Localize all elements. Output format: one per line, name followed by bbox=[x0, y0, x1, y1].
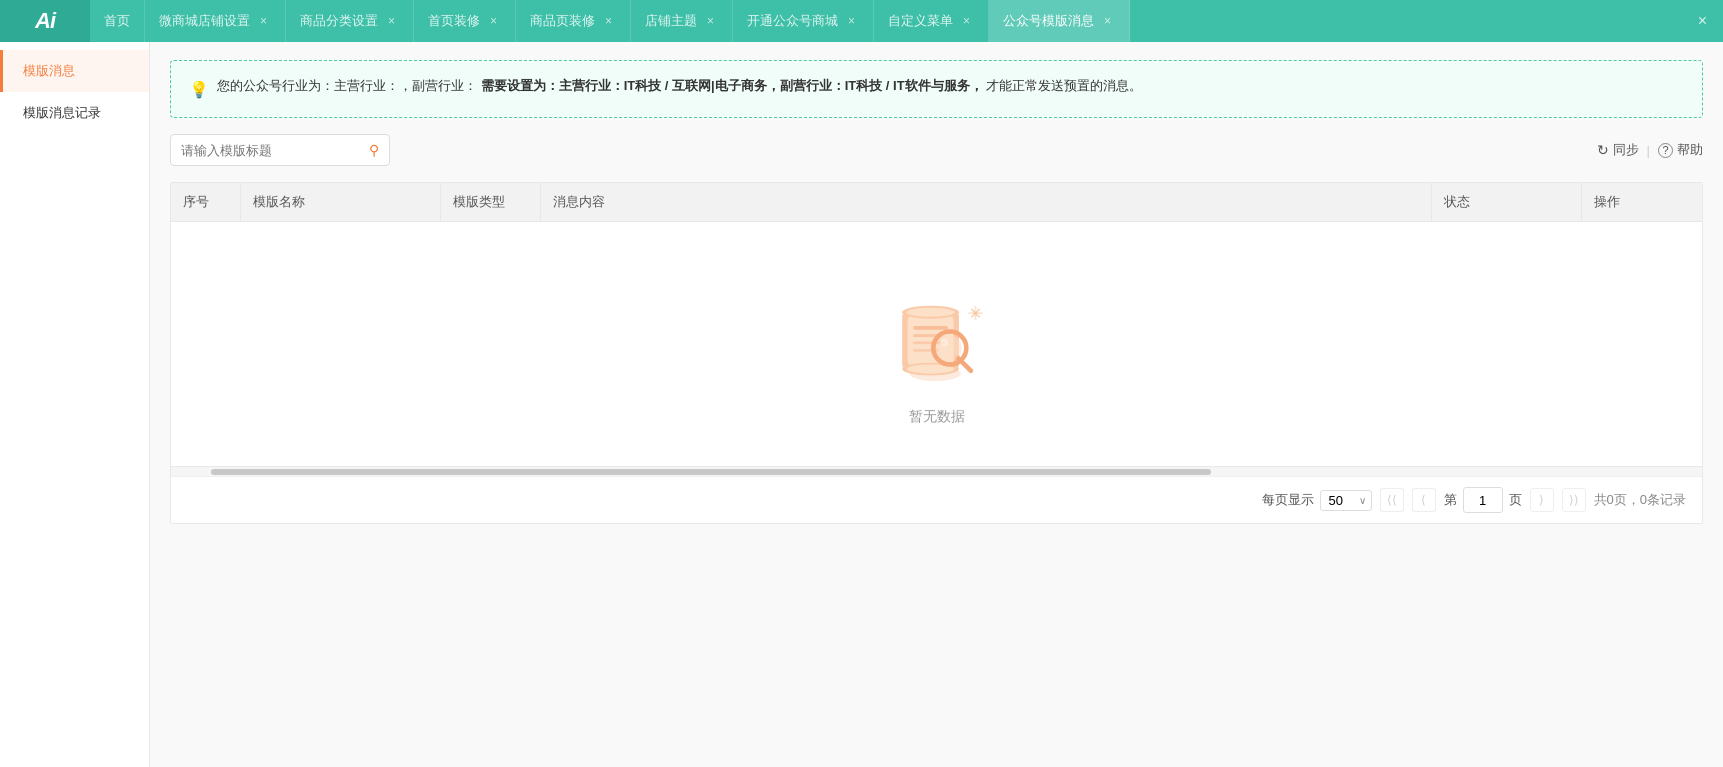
nav-tab-close[interactable]: × bbox=[601, 12, 616, 30]
main-layout: 模版消息模版消息记录 💡 您的公众号行业为：主营行业：，副营行业： 需要设置为：… bbox=[0, 42, 1723, 767]
scroll-thumb[interactable] bbox=[211, 469, 1211, 475]
search-input[interactable] bbox=[181, 143, 369, 158]
nav-tab-home[interactable]: 首页 bbox=[90, 0, 145, 42]
empty-state: 暂无数据 bbox=[171, 222, 1702, 466]
nav-tab-category-settings[interactable]: 商品分类设置 × bbox=[286, 0, 414, 42]
per-page-label: 每页显示 bbox=[1262, 491, 1314, 509]
sync-button[interactable]: ↻ 同步 bbox=[1597, 141, 1639, 159]
th-action: 操作 bbox=[1582, 183, 1702, 221]
search-icon[interactable]: ⚲ bbox=[369, 142, 379, 158]
nav-tab-shop-theme[interactable]: 店铺主题 × bbox=[631, 0, 733, 42]
svg-point-13 bbox=[937, 336, 961, 360]
search-actions: ↻ 同步 | ? 帮助 bbox=[1597, 141, 1703, 159]
nav-tab-homepage-decor[interactable]: 首页装修 × bbox=[414, 0, 516, 42]
prev-page-button[interactable]: ⟨ bbox=[1412, 488, 1436, 512]
nav-tab-label: 商品分类设置 bbox=[300, 12, 378, 30]
th-serial: 序号 bbox=[171, 183, 241, 221]
page-input-wrap: 第 页 bbox=[1444, 487, 1522, 513]
sidebar-item-template-msg[interactable]: 模版消息 bbox=[0, 50, 149, 92]
page-size-select-wrap[interactable]: 50 20 100 bbox=[1320, 490, 1372, 511]
nav-tab-label: 首页装修 bbox=[428, 12, 480, 30]
notice-content: 您的公众号行业为：主营行业：，副营行业： 需要设置为：主营行业：IT科技 / 互… bbox=[217, 75, 1142, 97]
nav-tab-shop-settings[interactable]: 微商城店铺设置 × bbox=[145, 0, 286, 42]
nav-tab-close[interactable]: × bbox=[256, 12, 271, 30]
nav-tab-custom-menu[interactable]: 自定义菜单 × bbox=[874, 0, 989, 42]
page-size-wrap: 每页显示 50 20 100 bbox=[1262, 490, 1372, 511]
search-input-wrap[interactable]: ⚲ bbox=[170, 134, 390, 166]
nav-tab-label: 公众号模版消息 bbox=[1003, 12, 1094, 30]
first-page-button[interactable]: ⟨⟨ bbox=[1380, 488, 1404, 512]
nav-tab-close[interactable]: × bbox=[959, 12, 974, 30]
sync-icon: ↻ bbox=[1597, 142, 1609, 158]
th-name: 模版名称 bbox=[241, 183, 441, 221]
scroll-bar[interactable] bbox=[171, 466, 1702, 476]
next-page-button[interactable]: ⟩ bbox=[1530, 488, 1554, 512]
nav-tab-label: 开通公众号商城 bbox=[747, 12, 838, 30]
total-info: 共0页，0条记录 bbox=[1594, 491, 1686, 509]
notice-suffix: 才能正常发送预置的消息。 bbox=[986, 78, 1142, 93]
page-size-select[interactable]: 50 20 100 bbox=[1320, 490, 1372, 511]
svg-point-8 bbox=[906, 308, 954, 317]
top-nav: Ai 首页微商城店铺设置×商品分类设置×首页装修×商品页装修×店铺主题×开通公众… bbox=[0, 0, 1723, 42]
nav-tab-product-decor[interactable]: 商品页装修 × bbox=[516, 0, 631, 42]
help-label: 帮助 bbox=[1677, 141, 1703, 159]
help-icon: ? bbox=[1658, 143, 1673, 158]
pagination: 每页显示 50 20 100 ⟨⟨ ⟨ 第 页 ⟩ bbox=[171, 476, 1702, 523]
data-table: 序号 模版名称 模版类型 消息内容 状态 操作 bbox=[170, 182, 1703, 524]
sync-label: 同步 bbox=[1613, 141, 1639, 159]
nav-tab-close[interactable]: × bbox=[384, 12, 399, 30]
nav-tabs: 首页微商城店铺设置×商品分类设置×首页装修×商品页装修×店铺主题×开通公众号商城… bbox=[90, 0, 1682, 42]
empty-text: 暂无数据 bbox=[909, 408, 965, 426]
logo-text: Ai bbox=[35, 8, 55, 34]
sidebar-items: 模版消息模版消息记录 bbox=[0, 50, 149, 134]
nav-tab-close[interactable]: × bbox=[844, 12, 859, 30]
nav-tab-label: 店铺主题 bbox=[645, 12, 697, 30]
close-all-button[interactable]: × bbox=[1682, 12, 1723, 30]
sidebar: 模版消息模版消息记录 bbox=[0, 42, 150, 767]
table-header: 序号 模版名称 模版类型 消息内容 状态 操作 bbox=[171, 183, 1702, 222]
content-area: 💡 您的公众号行业为：主营行业：，副营行业： 需要设置为：主营行业：IT科技 /… bbox=[150, 42, 1723, 767]
nav-tab-template-message[interactable]: 公众号模版消息 × bbox=[989, 0, 1130, 42]
sidebar-item-template-msg-log[interactable]: 模版消息记录 bbox=[0, 92, 149, 134]
notice-highlight: 需要设置为：主营行业：IT科技 / 互联网|电子商务，副营行业：IT科技 / I… bbox=[481, 78, 983, 93]
svg-rect-3 bbox=[913, 326, 948, 330]
help-button[interactable]: ? 帮助 bbox=[1658, 141, 1703, 159]
nav-tab-label: 自定义菜单 bbox=[888, 12, 953, 30]
notice-icon: 💡 bbox=[189, 76, 209, 103]
empty-illustration bbox=[882, 282, 992, 392]
notice-banner: 💡 您的公众号行业为：主营行业：，副营行业： 需要设置为：主营行业：IT科技 /… bbox=[170, 60, 1703, 118]
nav-tab-label: 商品页装修 bbox=[530, 12, 595, 30]
nav-tab-open-mall[interactable]: 开通公众号商城 × bbox=[733, 0, 874, 42]
svg-point-14 bbox=[940, 339, 947, 346]
divider: | bbox=[1647, 143, 1650, 158]
notice-prefix: 您的公众号行业为：主营行业：，副营行业： bbox=[217, 78, 477, 93]
th-content: 消息内容 bbox=[541, 183, 1432, 221]
th-type: 模版类型 bbox=[441, 183, 541, 221]
page-label-after: 页 bbox=[1509, 491, 1522, 509]
nav-tab-label: 微商城店铺设置 bbox=[159, 12, 250, 30]
page-label-before: 第 bbox=[1444, 491, 1457, 509]
nav-tab-close[interactable]: × bbox=[703, 12, 718, 30]
nav-tab-close[interactable]: × bbox=[486, 12, 501, 30]
page-number-input[interactable] bbox=[1463, 487, 1503, 513]
logo: Ai bbox=[0, 0, 90, 42]
nav-tab-label: 首页 bbox=[104, 12, 130, 30]
nav-tab-close[interactable]: × bbox=[1100, 12, 1115, 30]
last-page-button[interactable]: ⟩⟩ bbox=[1562, 488, 1586, 512]
search-bar: ⚲ ↻ 同步 | ? 帮助 bbox=[170, 134, 1703, 166]
th-status: 状态 bbox=[1432, 183, 1582, 221]
